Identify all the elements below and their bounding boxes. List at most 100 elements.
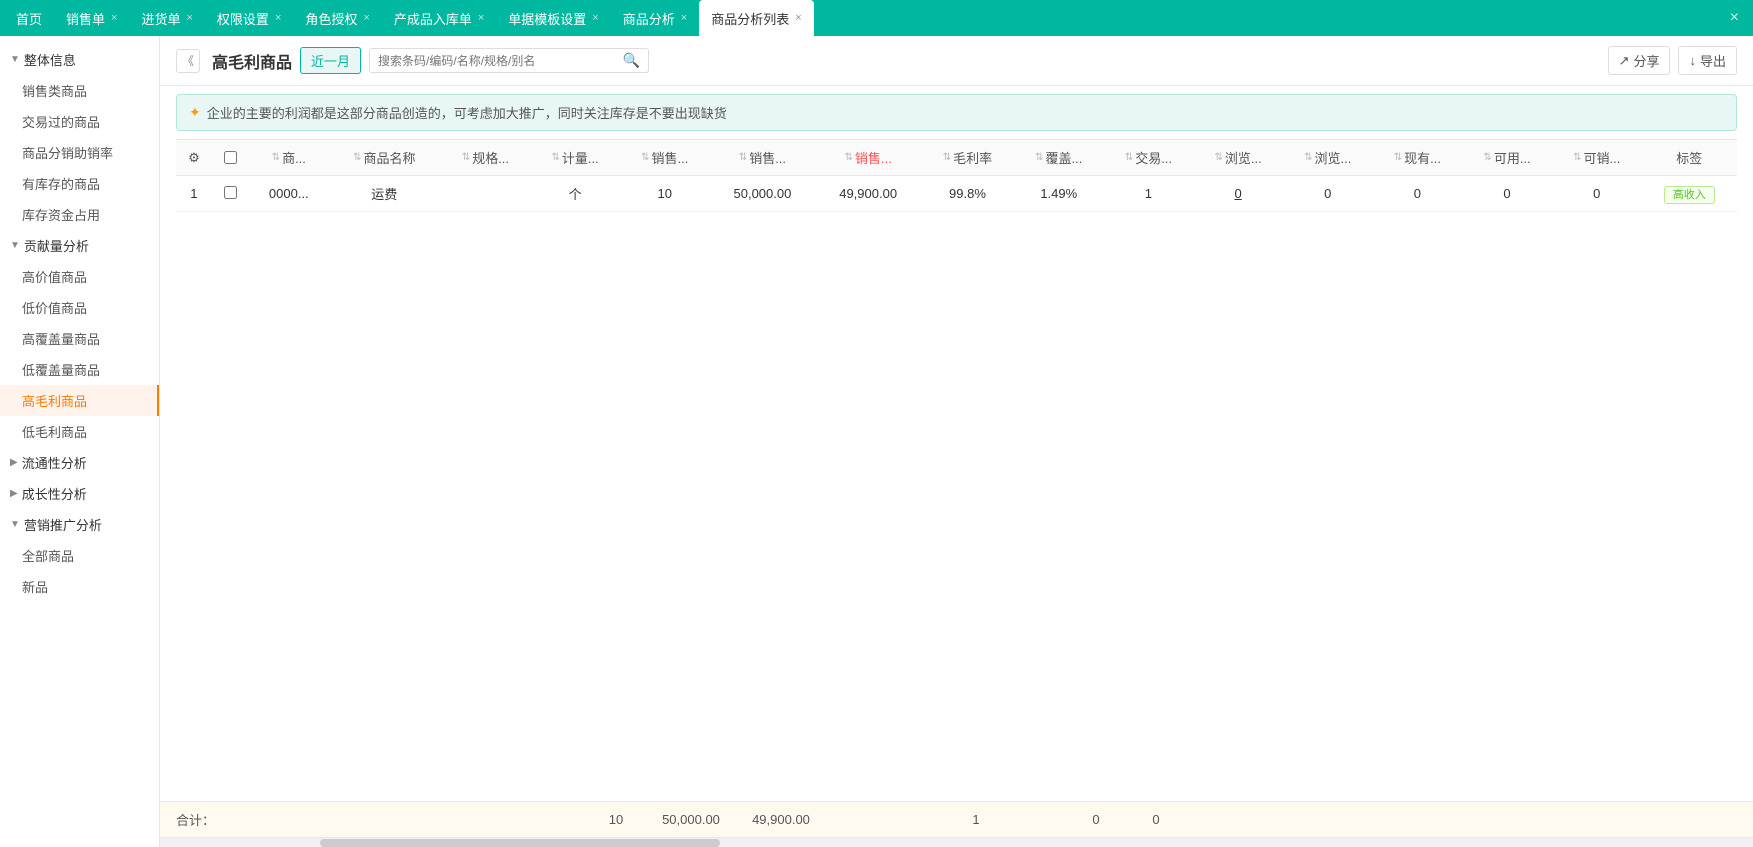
tab-role[interactable]: 角色授权 × bbox=[293, 0, 381, 36]
filter-recent-month[interactable]: 近一月 bbox=[300, 47, 361, 74]
col-checkbox-header bbox=[212, 140, 250, 176]
col-browse1-header[interactable]: ⇅ 浏览... bbox=[1193, 140, 1283, 176]
col-sales-amount-header[interactable]: ⇅ 销售... bbox=[710, 140, 816, 176]
sidebar-collapse-button[interactable]: 《 bbox=[176, 49, 200, 73]
tab-analysis-label: 商品分析 bbox=[623, 9, 675, 28]
content-header: 《 高毛利商品 近一月 🔍 ↗ 分享 ↓ 导出 bbox=[160, 36, 1753, 86]
sidebar-group-overall[interactable]: ▼ 整体信息 bbox=[0, 44, 159, 75]
horizontal-scrollbar[interactable] bbox=[160, 837, 1753, 847]
cell-tag: 高收入 bbox=[1642, 176, 1737, 212]
sidebar-item-sales-goods[interactable]: 销售类商品 bbox=[0, 75, 159, 106]
col-spec-header[interactable]: ⇅ 规格... bbox=[441, 140, 531, 176]
tab-role-close[interactable]: × bbox=[363, 12, 369, 24]
tab-template[interactable]: 单据模板设置 × bbox=[496, 0, 610, 36]
cell-checkbox[interactable] bbox=[212, 176, 250, 212]
sidebar-group-growth[interactable]: ▶ 成长性分析 bbox=[0, 478, 159, 509]
col-gross-margin-header[interactable]: ⇅ 毛利率 bbox=[921, 140, 1014, 176]
col-name-header[interactable]: ⇅ 商品名称 bbox=[328, 140, 441, 176]
cell-coverage: 1.49% bbox=[1014, 176, 1104, 212]
sidebar-group-overall-label: 整体信息 bbox=[24, 50, 76, 69]
tab-template-label: 单据模板设置 bbox=[508, 9, 586, 28]
col-sales-qty-sort-icon: ⇅ bbox=[641, 152, 649, 163]
tab-sales-close[interactable]: × bbox=[111, 12, 117, 24]
col-name-sort-icon: ⇅ bbox=[353, 152, 361, 163]
export-button[interactable]: ↓ 导出 bbox=[1678, 46, 1737, 75]
sidebar: ▼ 整体信息 销售类商品 交易过的商品 商品分销助销率 有库存的商品 库存资金占… bbox=[0, 36, 160, 847]
col-browse2-header[interactable]: ⇅ 浏览... bbox=[1283, 140, 1373, 176]
col-spec-sort-icon: ⇅ bbox=[462, 152, 470, 163]
sidebar-item-high-coverage[interactable]: 高覆盖量商品 bbox=[0, 323, 159, 354]
col-salable-stock-header[interactable]: ⇅ 可销... bbox=[1552, 140, 1642, 176]
sidebar-item-all-goods[interactable]: 全部商品 bbox=[0, 540, 159, 571]
arrow-icon-3: ▶ bbox=[10, 457, 18, 468]
search-box[interactable]: 🔍 bbox=[369, 48, 649, 73]
tab-analysis-list-close[interactable]: × bbox=[795, 12, 801, 24]
col-transaction-header[interactable]: ⇅ 交易... bbox=[1104, 140, 1194, 176]
cell-sales-profit: 49,900.00 bbox=[815, 176, 921, 212]
sidebar-item-distribution-rate[interactable]: 商品分销助销率 bbox=[0, 137, 159, 168]
arrow-icon: ▼ bbox=[10, 54, 20, 65]
cell-transaction: 1 bbox=[1104, 176, 1194, 212]
browse1-link[interactable]: 0 bbox=[1234, 186, 1241, 201]
share-button[interactable]: ↗ 分享 bbox=[1608, 46, 1671, 75]
col-sales-qty-header[interactable]: ⇅ 销售... bbox=[620, 140, 710, 176]
col-tag-header: 标签 bbox=[1642, 140, 1737, 176]
search-input[interactable] bbox=[378, 54, 623, 68]
sidebar-group-growth-label: 成长性分析 bbox=[22, 484, 87, 503]
sidebar-item-stock-capital[interactable]: 库存资金占用 bbox=[0, 199, 159, 230]
tab-analysis-close[interactable]: × bbox=[681, 12, 687, 24]
tab-permission[interactable]: 权限设置 × bbox=[205, 0, 293, 36]
sidebar-item-high-margin[interactable]: 高毛利商品 bbox=[0, 385, 159, 416]
tab-analysis-list[interactable]: 商品分析列表 × bbox=[699, 0, 813, 36]
col-unit-header[interactable]: ⇅ 计量... bbox=[530, 140, 620, 176]
tab-sales[interactable]: 销售单 × bbox=[54, 0, 129, 36]
sidebar-item-new-goods[interactable]: 新品 bbox=[0, 571, 159, 602]
tab-analysis[interactable]: 商品分析 × bbox=[611, 0, 699, 36]
footer-total-bar: 合计： 10 50,000.00 49,900.00 1 0 0 bbox=[160, 801, 1753, 837]
sidebar-group-contribution[interactable]: ▼ 贡献量分析 bbox=[0, 230, 159, 261]
tab-purchase[interactable]: 进货单 × bbox=[129, 0, 204, 36]
table-row: 1 0000... 运费 个 10 50,000.00 49,900.00 99… bbox=[176, 176, 1737, 212]
col-available-stock-header[interactable]: ⇅ 可用... bbox=[1462, 140, 1552, 176]
sidebar-group-contribution-label: 贡献量分析 bbox=[24, 236, 89, 255]
tab-purchase-close[interactable]: × bbox=[186, 12, 192, 24]
tab-product-inbound[interactable]: 产成品入库单 × bbox=[382, 0, 496, 36]
col-current-stock-header[interactable]: ⇅ 现有... bbox=[1373, 140, 1463, 176]
share-icon: ↗ bbox=[1619, 53, 1630, 69]
cell-browse1[interactable]: 0 bbox=[1193, 176, 1283, 212]
sidebar-item-low-coverage[interactable]: 低覆盖量商品 bbox=[0, 354, 159, 385]
cell-sales-amount: 50,000.00 bbox=[710, 176, 816, 212]
settings-icon[interactable]: ⚙ bbox=[188, 150, 200, 166]
search-icon[interactable]: 🔍 bbox=[623, 52, 640, 69]
sidebar-group-marketing[interactable]: ▼ 营销推广分析 bbox=[0, 509, 159, 540]
col-coverage-header[interactable]: ⇅ 覆盖... bbox=[1014, 140, 1104, 176]
sidebar-group-liquidity[interactable]: ▶ 流通性分析 bbox=[0, 447, 159, 478]
footer-current-stock: 0 bbox=[1126, 812, 1186, 827]
col-sales-profit-header[interactable]: ⇅ 销售... bbox=[815, 140, 921, 176]
tab-product-inbound-label: 产成品入库单 bbox=[394, 9, 472, 28]
row-checkbox[interactable] bbox=[224, 186, 237, 199]
tab-template-close[interactable]: × bbox=[592, 12, 598, 24]
tab-home[interactable]: 首页 bbox=[4, 0, 54, 36]
tab-permission-close[interactable]: × bbox=[275, 12, 281, 24]
footer-transaction: 1 bbox=[946, 812, 1006, 827]
col-transaction-sort-icon: ⇅ bbox=[1125, 152, 1133, 163]
sidebar-item-low-margin[interactable]: 低毛利商品 bbox=[0, 416, 159, 447]
cell-index: 1 bbox=[176, 176, 212, 212]
sidebar-item-high-value[interactable]: 高价值商品 bbox=[0, 261, 159, 292]
footer-browse2: 0 bbox=[1066, 812, 1126, 827]
select-all-checkbox[interactable] bbox=[224, 151, 237, 164]
sidebar-item-low-value[interactable]: 低价值商品 bbox=[0, 292, 159, 323]
tab-permission-label: 权限设置 bbox=[217, 9, 269, 28]
sidebar-group-marketing-label: 营销推广分析 bbox=[24, 515, 102, 534]
col-code-header[interactable]: ⇅ 商... bbox=[250, 140, 328, 176]
cell-sales-qty: 10 bbox=[620, 176, 710, 212]
window-close-button[interactable]: × bbox=[1720, 9, 1749, 27]
tab-product-inbound-close[interactable]: × bbox=[478, 12, 484, 24]
scrollbar-thumb[interactable] bbox=[320, 839, 720, 847]
cell-available-stock: 0 bbox=[1462, 176, 1552, 212]
footer-sales-amount: 50,000.00 bbox=[646, 812, 736, 827]
sidebar-item-stocked-goods[interactable]: 有库存的商品 bbox=[0, 168, 159, 199]
sidebar-item-traded-goods[interactable]: 交易过的商品 bbox=[0, 106, 159, 137]
info-banner: ✦ 企业的主要的利润都是这部分商品创造的，可考虑加大推广，同时关注库存是不要出现… bbox=[176, 94, 1737, 131]
